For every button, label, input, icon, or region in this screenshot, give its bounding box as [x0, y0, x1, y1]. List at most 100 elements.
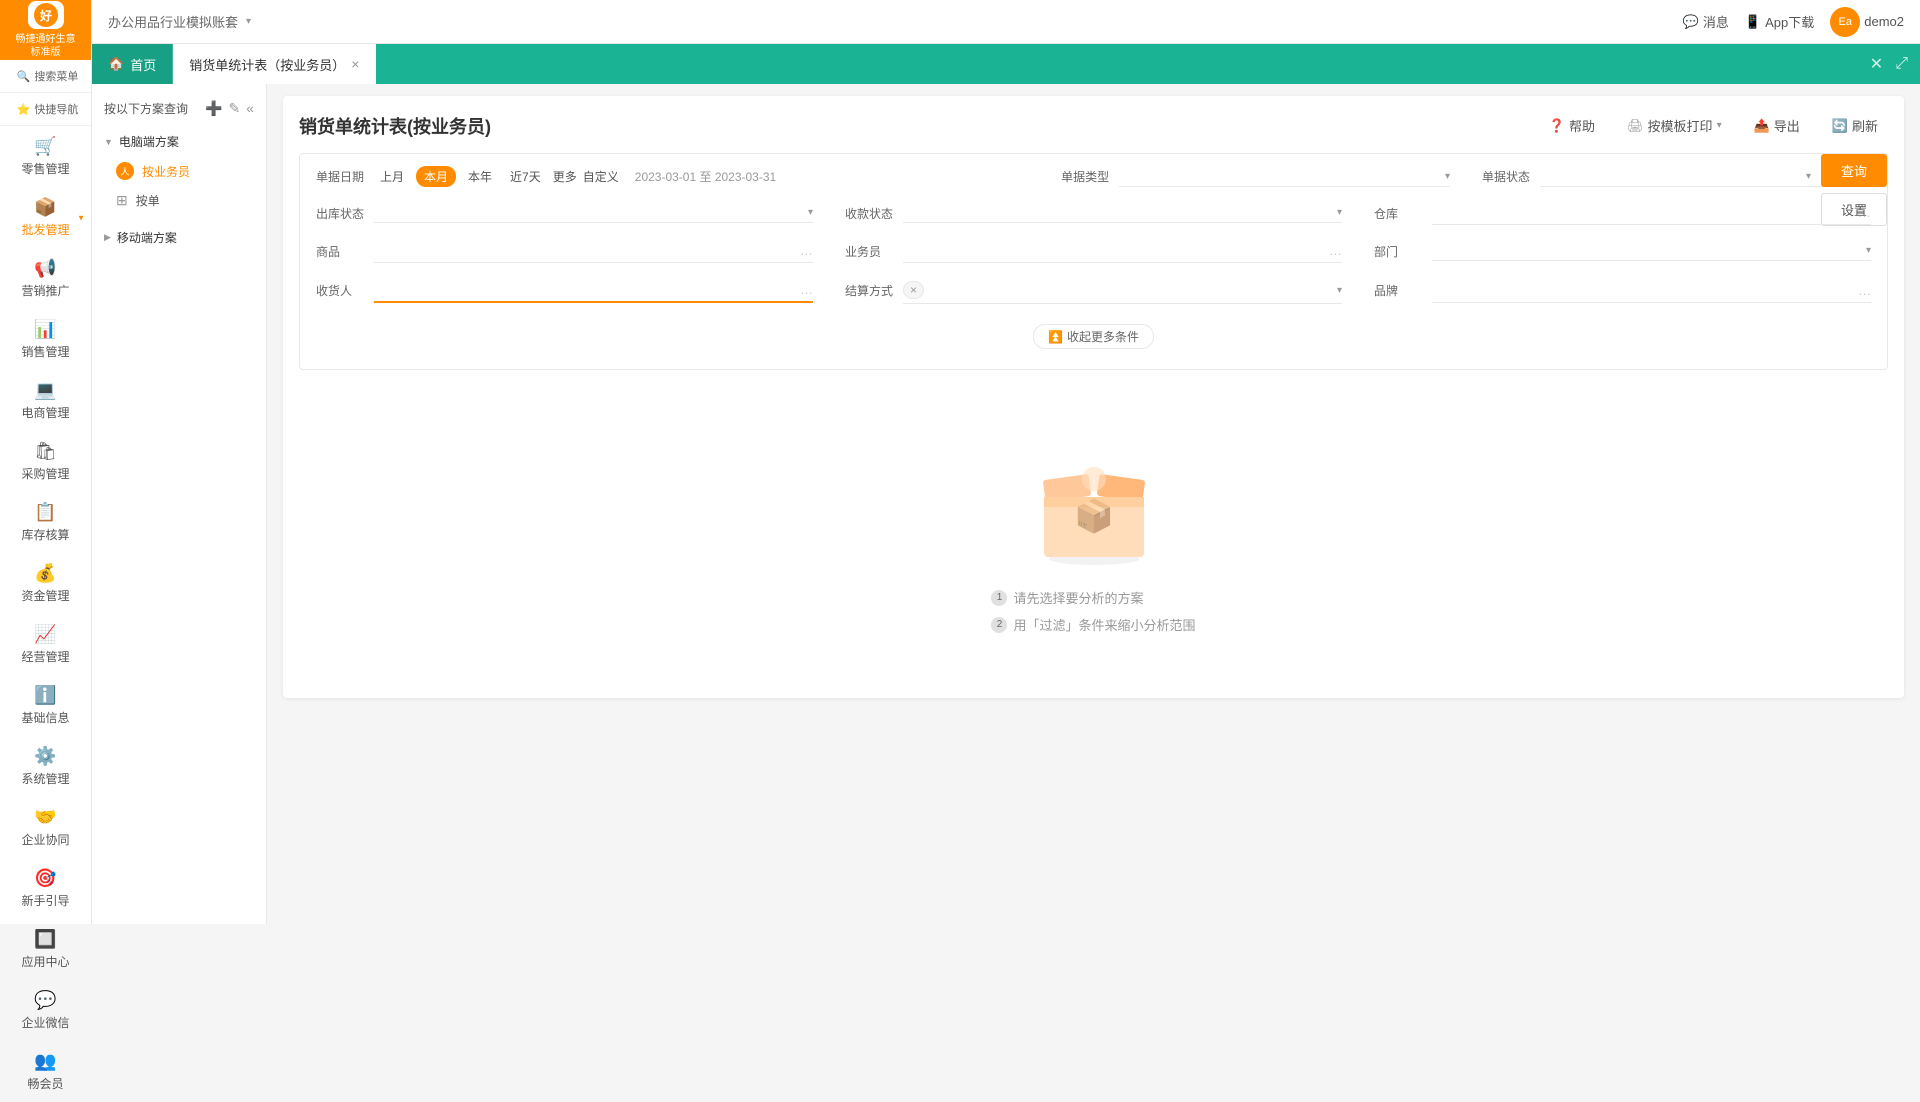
collapse-bar: ⏫ 收起更多条件: [316, 316, 1871, 357]
date-tabs: 上月 本月 本年 近7天 更多 自定义: [374, 166, 619, 187]
sidebar-item-system[interactable]: ⚙️ 系统管理: [0, 736, 91, 797]
sidebar-item-retail[interactable]: 🛒 零售管理: [0, 126, 91, 187]
page-actions: ❓ 帮助 🖨 按模板打印 ▾ 📤 导出 🔄: [1539, 112, 1888, 139]
collapse-label: 收起更多条件: [1067, 328, 1139, 345]
goods-dots[interactable]: …: [800, 243, 813, 258]
by-salesperson-label: 按业务员: [142, 163, 190, 180]
brand-dots[interactable]: …: [1858, 283, 1871, 298]
sales-label: 销售管理: [21, 343, 69, 360]
app-download-btn[interactable]: 📱 App下载: [1745, 12, 1814, 31]
outbound-label: 出库状态: [316, 205, 366, 222]
brand-input-wrap[interactable]: …: [1432, 279, 1871, 303]
edit-scheme-icon[interactable]: ✎: [228, 100, 240, 117]
purchase-icon: 🛍: [34, 441, 57, 462]
filter-row-4: 收货人 … 结算方式: [316, 277, 1871, 304]
help-icon: ❓: [1549, 118, 1565, 134]
date-tab-custom[interactable]: 自定义: [583, 168, 619, 185]
warehouse-dots[interactable]: …: [1858, 205, 1871, 220]
main-content-card: 销货单统计表(按业务员) ❓ 帮助 🖨 按模板打印 ▾ 📤: [283, 96, 1904, 698]
sidebar-item-member[interactable]: 👥 畅会员: [0, 1041, 91, 1102]
scheme-by-salesperson[interactable]: 人 按业务员: [92, 156, 266, 186]
tab-home[interactable]: 🏠 首页: [92, 44, 173, 84]
inventory-icon: 📋: [34, 502, 56, 523]
settlement-input-wrap[interactable]: × ▾: [903, 277, 1342, 304]
desktop-scheme-header[interactable]: ▼ 电脑端方案: [92, 127, 266, 156]
sidebar-item-wechat[interactable]: 💬 企业微信: [0, 980, 91, 1041]
consignee-label: 收货人: [316, 282, 366, 299]
date-tab-this-year[interactable]: 本年: [462, 166, 498, 187]
sidebar-item-sales[interactable]: 📊 销售管理: [0, 309, 91, 370]
panel-header-icons: ➕ ✎ «: [205, 100, 254, 117]
filter-doc-status: 单据状态 ▾: [1482, 167, 1871, 187]
refresh-btn[interactable]: 🔄 刷新: [1822, 112, 1888, 139]
empty-illustration: 📦: [1014, 442, 1174, 572]
sidebar-item-enterprise[interactable]: 🤝 企业协同: [0, 797, 91, 858]
sidebar-item-marketing[interactable]: 📢 营销推广: [0, 248, 91, 309]
sidebar-item-inventory[interactable]: 📋 库存核算: [0, 492, 91, 553]
date-tab-more[interactable]: 更多: [553, 168, 577, 185]
scheme-by-order[interactable]: ⊞ 按单: [92, 186, 266, 215]
salesperson-dots[interactable]: …: [1329, 243, 1342, 258]
export-label: 导出: [1774, 116, 1800, 135]
operation-label: 经营管理: [21, 648, 69, 665]
filter-brand: 品牌 …: [1374, 279, 1871, 303]
quick-nav-label: 快捷导航: [34, 101, 78, 117]
sidebar-item-ecommerce[interactable]: 💻 电商管理: [0, 370, 91, 431]
star-icon: ⭐: [17, 103, 31, 116]
sidebar-item-purchase[interactable]: 🛍 采购管理: [0, 431, 91, 492]
sidebar-item-apps[interactable]: 🔲 应用中心: [0, 919, 91, 980]
doc-type-select[interactable]: ▾: [1119, 167, 1450, 187]
user-profile-btn[interactable]: Ea demo2: [1830, 7, 1904, 37]
warehouse-control: …: [1432, 201, 1871, 225]
salesperson-input-wrap[interactable]: …: [903, 239, 1342, 263]
doc-type-control: ▾: [1119, 167, 1450, 187]
sidebar-item-basic[interactable]: ℹ️ 基础信息: [0, 675, 91, 736]
collapse-panel-icon[interactable]: «: [246, 100, 254, 117]
tab-close-window-icon[interactable]: ✕: [1870, 54, 1883, 74]
brand-control: …: [1432, 279, 1871, 303]
settlement-tag-close-icon[interactable]: ×: [910, 283, 917, 297]
breadcrumb-dropdown-icon[interactable]: ▾: [246, 16, 251, 27]
payment-select[interactable]: ▾: [903, 203, 1342, 223]
hint2-num: 2: [991, 617, 1007, 633]
sidebar-item-newbie[interactable]: 🎯 新手引导: [0, 858, 91, 919]
filter-salesperson: 业务员 …: [845, 239, 1342, 263]
tab-maximize-icon[interactable]: ⤢: [1895, 55, 1908, 73]
tab-close-icon[interactable]: ×: [351, 57, 359, 71]
operation-icon: 📈: [34, 624, 56, 645]
add-scheme-icon[interactable]: ➕: [205, 100, 222, 117]
date-tab-last-month[interactable]: 上月: [374, 166, 410, 187]
help-btn[interactable]: ❓ 帮助: [1539, 112, 1605, 139]
collapse-conditions-btn[interactable]: ⏫ 收起更多条件: [1033, 324, 1154, 349]
date-tab-this-month[interactable]: 本月: [416, 166, 456, 187]
hint1-num: 1: [991, 590, 1007, 606]
tab-sales-stat[interactable]: 销货单统计表（按业务员） ×: [173, 44, 376, 84]
refresh-label: 刷新: [1852, 116, 1878, 135]
topbar: 办公用品行业模拟账套 ▾ 💬 消息 📱 App下载 Ea demo2: [92, 0, 1920, 44]
query-button[interactable]: 查询: [1821, 154, 1887, 187]
goods-input-wrap[interactable]: …: [374, 239, 813, 263]
department-select[interactable]: ▾: [1432, 241, 1871, 261]
search-menu-item[interactable]: 🔍 搜索菜单: [0, 60, 91, 93]
avatar: Ea: [1830, 7, 1860, 37]
message-btn[interactable]: 💬 消息: [1683, 12, 1729, 31]
filter-department: 部门 ▾: [1374, 241, 1871, 261]
warehouse-input-wrap[interactable]: …: [1432, 201, 1871, 225]
sidebar-item-wholesale[interactable]: 📦 批发管理: [0, 187, 91, 248]
outbound-select[interactable]: ▾: [374, 203, 813, 223]
date-tab-last7[interactable]: 近7天: [504, 166, 547, 187]
department-arrow: ▾: [1866, 245, 1871, 256]
sidebar-item-finance[interactable]: 💰 资金管理: [0, 553, 91, 614]
mobile-scheme-header[interactable]: ▶ 移动端方案: [92, 223, 266, 252]
consignee-input-wrap[interactable]: …: [374, 278, 813, 303]
doc-type-arrow: ▾: [1445, 171, 1450, 182]
consignee-dots[interactable]: …: [800, 282, 813, 297]
quick-nav-item[interactable]: ⭐ 快捷导航: [0, 93, 91, 126]
export-icon: 📤: [1754, 118, 1770, 134]
sidebar-item-operation[interactable]: 📈 经营管理: [0, 614, 91, 675]
warehouse-label: 仓库: [1374, 205, 1424, 222]
export-btn[interactable]: 📤 导出: [1744, 112, 1810, 139]
print-btn[interactable]: 🖨 按模板打印 ▾: [1617, 112, 1732, 139]
refresh-icon: 🔄: [1832, 118, 1848, 134]
filter-goods: 商品 …: [316, 239, 813, 263]
